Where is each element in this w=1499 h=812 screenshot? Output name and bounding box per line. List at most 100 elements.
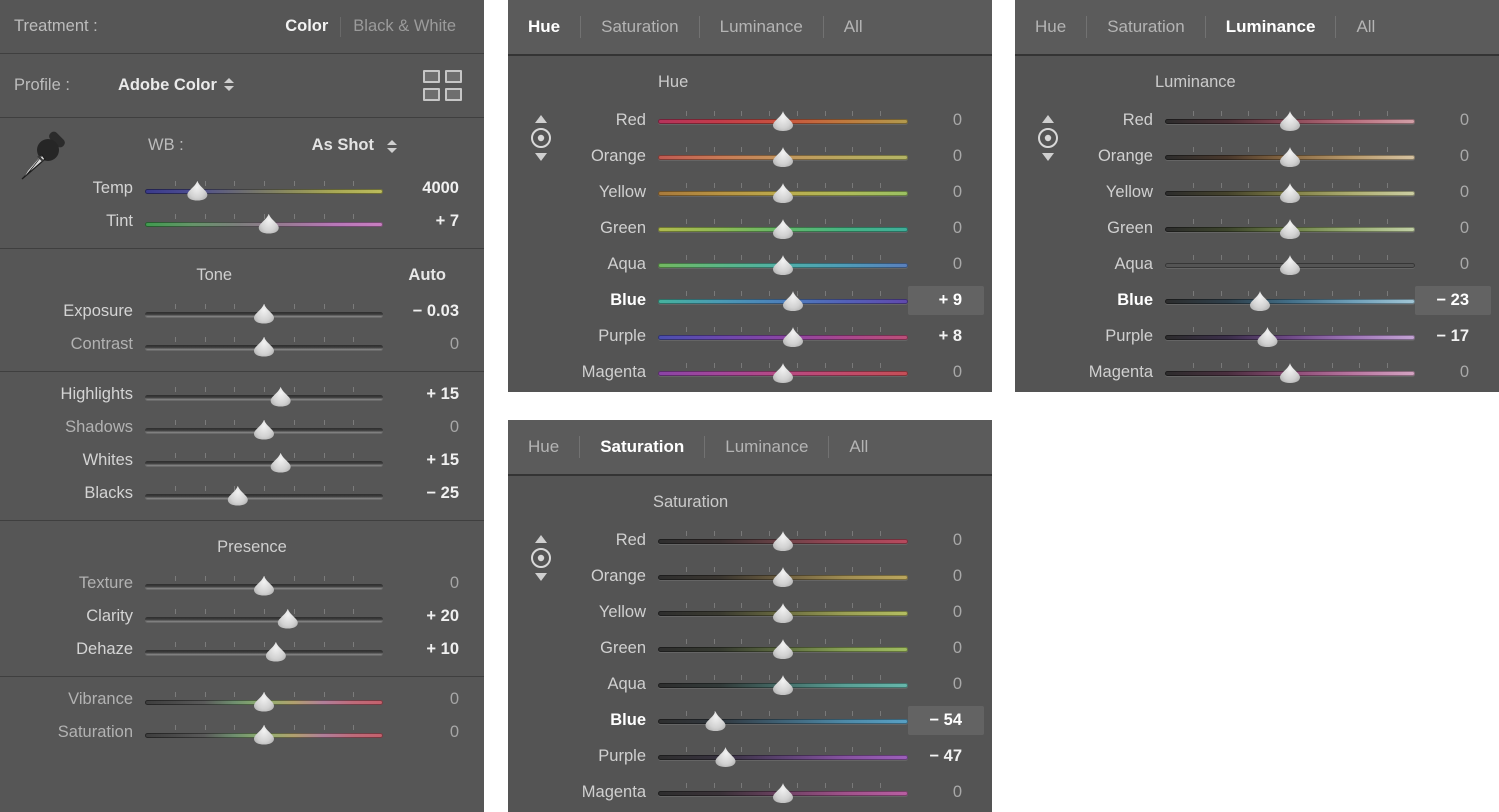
targeted-adjustment-icon[interactable] (526, 114, 556, 162)
slider-track[interactable] (658, 636, 908, 660)
slider-track[interactable] (658, 108, 908, 132)
slider-track[interactable] (1165, 252, 1415, 276)
slider-track[interactable] (1165, 144, 1415, 168)
slider-track[interactable] (658, 528, 908, 552)
slider-track[interactable] (145, 178, 383, 200)
slider-value[interactable]: 0 (908, 219, 984, 238)
slider-value[interactable]: 0 (1415, 255, 1491, 274)
profile-value[interactable]: Adobe Color (118, 76, 217, 95)
slider-value[interactable]: − 47 (908, 747, 984, 766)
slider-value[interactable]: 0 (908, 183, 984, 202)
slider-track[interactable] (658, 708, 908, 732)
slider-track[interactable] (658, 324, 908, 348)
hsl-tab-luminance[interactable]: Luminance (705, 437, 828, 457)
slider-value[interactable]: 0 (908, 675, 984, 694)
slider-value[interactable]: 0 (908, 531, 984, 550)
slider-track[interactable] (145, 573, 383, 595)
slider-track[interactable] (658, 180, 908, 204)
wb-value[interactable]: As Shot (312, 136, 374, 155)
slider-track[interactable] (145, 301, 383, 323)
slider-track[interactable] (658, 600, 908, 624)
slider-value[interactable]: 0 (908, 567, 984, 586)
slider-value[interactable]: 0 (383, 574, 469, 593)
slider-track[interactable] (145, 417, 383, 439)
slider-track[interactable] (1165, 288, 1415, 312)
slider-value[interactable]: + 9 (908, 285, 984, 315)
slider-value[interactable]: + 15 (383, 451, 469, 470)
slider-track[interactable] (658, 744, 908, 768)
slider-track[interactable] (1165, 216, 1415, 240)
slider-value[interactable]: 0 (1415, 147, 1491, 166)
eyedropper-icon[interactable] (12, 126, 74, 188)
hsl-tab-hue[interactable]: Hue (1015, 17, 1086, 37)
hsl-tab-hue[interactable]: Hue (508, 17, 580, 37)
slider-value[interactable]: 0 (908, 111, 984, 130)
slider-value[interactable]: 0 (908, 639, 984, 658)
slider-track[interactable] (145, 606, 383, 628)
slider-value[interactable]: + 10 (383, 640, 469, 659)
hsl-tab-saturation[interactable]: Saturation (580, 437, 704, 457)
treatment-option-black-and-white[interactable]: Black & White (341, 17, 468, 36)
slider-value[interactable]: 0 (908, 147, 984, 166)
slider-track[interactable] (658, 360, 908, 384)
chevron-updown-icon[interactable] (387, 140, 398, 153)
slider-value[interactable]: 0 (1415, 111, 1491, 130)
slider-track[interactable] (658, 216, 908, 240)
chevron-updown-icon[interactable] (223, 78, 235, 91)
slider-track[interactable] (145, 722, 383, 744)
slider-value[interactable]: 0 (1415, 183, 1491, 202)
slider-track[interactable] (658, 288, 908, 312)
auto-tone-button[interactable]: Auto (408, 266, 446, 285)
slider-track[interactable] (145, 334, 383, 356)
slider-value[interactable]: 4000 (383, 179, 469, 198)
slider-value[interactable]: − 25 (383, 484, 469, 503)
targeted-adjustment-icon[interactable] (1033, 114, 1063, 162)
slider-track[interactable] (658, 252, 908, 276)
slider-value[interactable]: + 8 (908, 327, 984, 346)
slider-track[interactable] (658, 144, 908, 168)
hsl-tab-luminance[interactable]: Luminance (1206, 17, 1336, 37)
slider-track[interactable] (1165, 108, 1415, 132)
slider-track[interactable] (145, 211, 383, 233)
slider-value[interactable]: 0 (383, 335, 469, 354)
slider-track[interactable] (145, 483, 383, 505)
slider-track[interactable] (658, 564, 908, 588)
hsl-tab-saturation[interactable]: Saturation (581, 17, 699, 37)
slider-track[interactable] (145, 689, 383, 711)
slider-value[interactable]: 0 (1415, 219, 1491, 238)
slider-value[interactable]: − 23 (1415, 285, 1491, 315)
slider-value[interactable]: 0 (908, 783, 984, 802)
slider-track[interactable] (658, 672, 908, 696)
targeted-adjustment-icon[interactable] (526, 534, 556, 582)
slider-track[interactable] (1165, 324, 1415, 348)
hsl-tab-luminance[interactable]: Luminance (700, 17, 823, 37)
slider-value[interactable]: 0 (908, 363, 984, 382)
treatment-option-color[interactable]: Color (273, 17, 340, 36)
slider-value[interactable]: 0 (383, 418, 469, 437)
slider-track[interactable] (145, 450, 383, 472)
slider-track[interactable] (1165, 360, 1415, 384)
slider-value[interactable]: − 0.03 (383, 302, 469, 321)
hsl-tab-all[interactable]: All (824, 17, 883, 37)
slider-value[interactable]: − 54 (908, 705, 984, 735)
hsl-tab-hue[interactable]: Hue (508, 437, 579, 457)
slider-track[interactable] (145, 639, 383, 661)
slider-value[interactable]: 0 (383, 690, 469, 709)
hsl-tab-all[interactable]: All (829, 437, 888, 457)
presence-section: Presence Texture 0 Clarity + 20 Dehaze + 10 (0, 521, 484, 677)
hsl-tab-all[interactable]: All (1336, 17, 1395, 37)
slider-value[interactable]: + 7 (383, 212, 469, 231)
slider-track[interactable] (1165, 180, 1415, 204)
slider-value[interactable]: 0 (908, 603, 984, 622)
slider-value[interactable]: 0 (908, 255, 984, 274)
hsl-tab-saturation[interactable]: Saturation (1087, 17, 1205, 37)
slider-value[interactable]: 0 (383, 723, 469, 742)
slider-track[interactable] (658, 780, 908, 804)
profile-grid-icon[interactable] (423, 70, 462, 101)
slider-value[interactable]: + 20 (383, 607, 469, 626)
slider-track-fill (145, 649, 383, 655)
slider-track[interactable] (145, 384, 383, 406)
slider-value[interactable]: + 15 (383, 385, 469, 404)
slider-value[interactable]: 0 (1415, 363, 1491, 382)
slider-value[interactable]: − 17 (1415, 327, 1491, 346)
